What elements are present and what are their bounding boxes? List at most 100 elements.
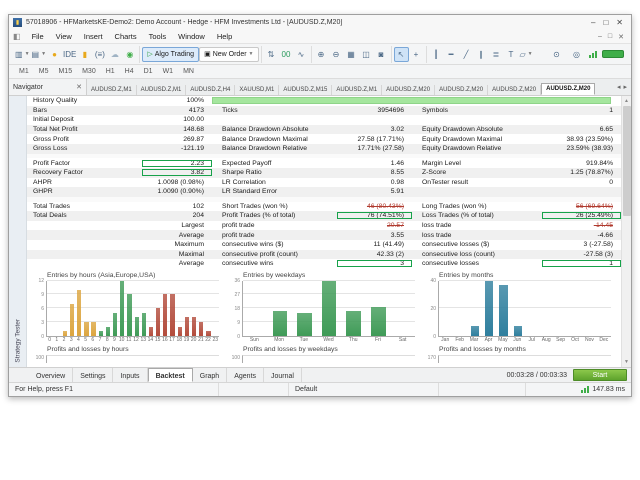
tester-tab-journal[interactable]: Journal <box>264 368 302 382</box>
strategy-tester-side-strip[interactable]: Strategy Tester <box>9 96 27 367</box>
cloud-icon[interactable]: ☁ <box>107 47 122 62</box>
bar-slot <box>97 281 104 336</box>
alerts-icon[interactable]: ◎ <box>569 47 584 62</box>
report-value: 1.0090 (0.90%) <box>157 188 204 196</box>
chart-tab[interactable]: AUDUSD.Z,M1 <box>137 85 187 95</box>
text-icon[interactable]: T <box>504 47 519 62</box>
chart-tab[interactable]: AUDUSD.Z,M1 <box>87 85 137 95</box>
timeframe-m5[interactable]: M5 <box>35 68 53 75</box>
axis-category-label: 11 <box>126 336 132 343</box>
chart-tab[interactable]: AUDUSD.Z,M20 <box>488 85 542 95</box>
timeframe-m15[interactable]: M15 <box>54 68 76 75</box>
algo-trading-button[interactable]: ▷ Algo Trading <box>142 46 200 62</box>
report-label: Gross Profit <box>33 135 69 143</box>
subchart-title: Profits and losses by weekdays <box>243 345 338 353</box>
tick-scale-icon[interactable]: ⇅ <box>264 47 279 62</box>
chart-window-icon[interactable]: ▥ ▼ <box>14 47 31 62</box>
menu-insert[interactable]: Insert <box>78 32 109 41</box>
latency-value: 147.83 ms <box>592 386 625 393</box>
tester-tab-backtest[interactable]: Backtest <box>147 368 193 382</box>
timeframe-mn[interactable]: MN <box>179 68 198 75</box>
scroll-up-icon[interactable]: ▲ <box>622 96 631 106</box>
menu-charts[interactable]: Charts <box>109 32 143 41</box>
coin-icon[interactable]: ● <box>47 47 62 62</box>
tile-windows-icon[interactable]: ▦ <box>344 47 359 62</box>
tester-tab-settings[interactable]: Settings <box>73 368 114 382</box>
profits-by-weekdays-subchart: Profits and losses by weekdays 100 <box>229 346 415 365</box>
channel-icon[interactable]: ∥ <box>474 47 489 62</box>
zigzag-icon[interactable]: ∿ <box>294 47 309 62</box>
timeframe-h1[interactable]: H1 <box>102 68 119 75</box>
arrange-windows-icon[interactable]: ◫ <box>359 47 374 62</box>
zoom-out-icon[interactable]: ⊖ <box>329 47 344 62</box>
bar <box>77 289 82 336</box>
shapes-icon[interactable]: ▱ ▼ <box>519 47 534 62</box>
profile-name[interactable]: Default <box>289 383 439 396</box>
scrollbar-thumb[interactable] <box>622 106 631 216</box>
timeframe-m30[interactable]: M30 <box>78 68 100 75</box>
bar-slot <box>155 281 162 336</box>
timeframe-m1[interactable]: M1 <box>15 68 33 75</box>
report-value: 2.23 <box>142 159 212 167</box>
child-minimize-button[interactable]: – <box>598 33 602 41</box>
child-close-button[interactable]: ✕ <box>618 33 624 41</box>
close-button[interactable]: ✕ <box>616 18 623 27</box>
timeframe-d1[interactable]: D1 <box>140 68 157 75</box>
cursor-icon[interactable]: ↖ <box>393 46 409 62</box>
chart-tab[interactable]: AUDUSD.Z,H4 <box>186 85 236 95</box>
search-icon[interactable]: ⊙ <box>549 47 564 62</box>
chart-tab[interactable]: XAUUSD,M1 <box>235 85 280 95</box>
axis-tick-label: 9 <box>41 291 44 298</box>
community-icon[interactable]: ◉ <box>122 47 137 62</box>
report-row: Total Net Profit 148.68 Balance Drawdown A… <box>27 124 621 135</box>
timeframe-h4[interactable]: H4 <box>121 68 138 75</box>
maximize-button[interactable]: □ <box>603 18 608 27</box>
tab-scroll-left-icon[interactable]: ◂ <box>617 83 621 91</box>
tester-tab-inputs[interactable]: Inputs <box>113 368 148 382</box>
tab-scroll-right-icon[interactable]: ▸ <box>623 83 627 91</box>
bar <box>199 321 204 336</box>
vertical-line-icon[interactable]: ┃ <box>429 47 444 62</box>
bar-slot <box>104 281 111 336</box>
subchart-top-tick: 170 <box>427 354 436 361</box>
screenshot-icon[interactable]: ◙ <box>374 47 389 62</box>
zoom-in-icon[interactable]: ⊕ <box>314 47 329 62</box>
quotes-icon[interactable]: 00 <box>279 47 294 62</box>
chart-tab[interactable]: AUDUSD.Z,M20 <box>541 83 596 95</box>
fibonacci-icon[interactable]: ≣ <box>489 47 504 62</box>
bar-slot <box>90 281 97 336</box>
chart-tab[interactable]: AUDUSD.Z,M20 <box>382 85 436 95</box>
tester-tab-graph[interactable]: Graph <box>193 368 228 382</box>
metaeditor-icon[interactable]: IDE <box>62 47 77 62</box>
chart-shift-icon[interactable]: (≡) <box>92 47 107 62</box>
tester-tab-overview[interactable]: Overview <box>29 368 74 382</box>
menu-view[interactable]: View <box>50 32 78 41</box>
scroll-down-icon[interactable]: ▼ <box>622 357 631 367</box>
axis-tick-label: 27 <box>234 291 240 298</box>
close-icon[interactable]: ✕ <box>76 83 82 91</box>
horizontal-line-icon[interactable]: ━ <box>444 47 459 62</box>
menu-help[interactable]: Help <box>211 32 238 41</box>
crosshair-icon[interactable]: + <box>409 47 424 62</box>
trendline-icon[interactable]: ╱ <box>459 47 474 62</box>
start-button[interactable]: Start <box>573 369 627 381</box>
timeframe-w1[interactable]: W1 <box>159 68 178 75</box>
bar <box>69 303 75 336</box>
menu-window[interactable]: Window <box>172 32 211 41</box>
chart-tab[interactable]: AUDUSD.Z,M15 <box>279 85 333 95</box>
child-restore-button[interactable]: □ <box>608 33 612 41</box>
vertical-scrollbar[interactable]: ▲ ▼ <box>621 96 631 367</box>
axis-category-label: Mar <box>469 336 479 343</box>
report-label: profit trade <box>222 222 255 230</box>
tester-tab-agents[interactable]: Agents <box>227 368 265 382</box>
lock-icon[interactable]: ▮ <box>77 47 92 62</box>
profiles-icon[interactable]: ▤ ▼ <box>31 47 48 62</box>
menu-tools[interactable]: Tools <box>143 32 173 41</box>
chart-tab[interactable]: AUDUSD.Z,M1 <box>332 85 383 95</box>
chart-tab[interactable]: AUDUSD.Z,M20 <box>435 85 489 95</box>
menu-file[interactable]: File <box>26 32 50 41</box>
report-value: Maximum <box>174 241 204 249</box>
new-order-button[interactable]: ▣ New Order ▼ <box>199 46 259 62</box>
minimize-button[interactable]: – <box>591 18 595 27</box>
navigator-panel-header[interactable]: Navigator ✕ <box>9 79 87 95</box>
